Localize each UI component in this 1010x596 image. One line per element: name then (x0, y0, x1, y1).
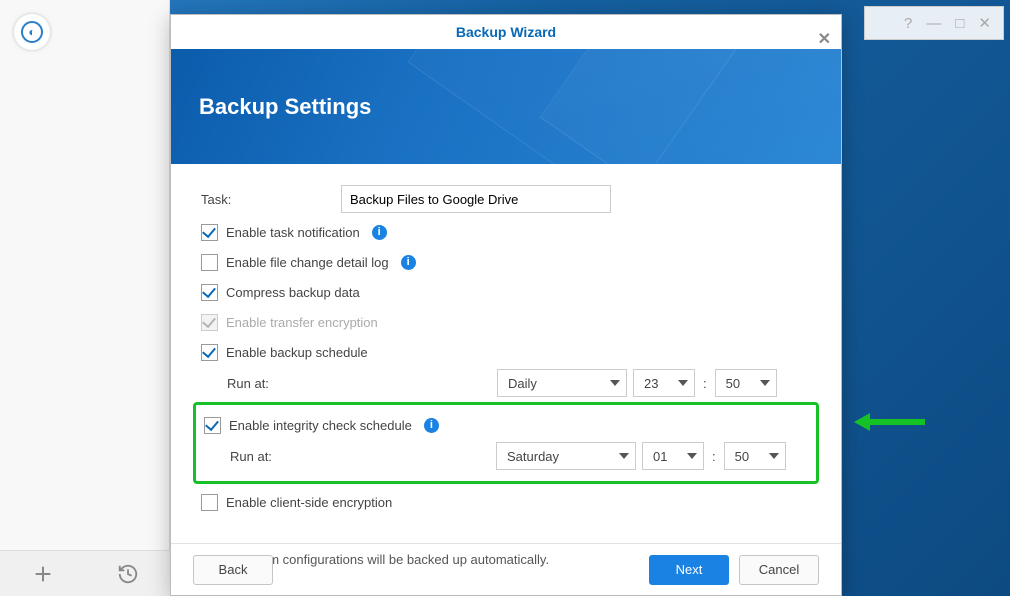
checkbox-task-notification[interactable] (201, 224, 218, 241)
label-detail-log: Enable file change detail log (226, 255, 389, 270)
schedule-hour-select[interactable]: 23 (633, 369, 695, 397)
wizard-dialog: Backup Wizard ✕ Backup Settings Task: En… (170, 14, 842, 596)
chevron-down-icon (760, 380, 770, 386)
checkbox-transfer-encryption (201, 314, 218, 331)
task-name-input[interactable] (341, 185, 611, 213)
back-button[interactable]: Back (193, 555, 273, 585)
schedule-frequency-select[interactable]: Daily (497, 369, 627, 397)
annotation-arrow (854, 413, 925, 431)
label-compress: Compress backup data (226, 285, 360, 300)
dialog-banner: Backup Settings (171, 49, 841, 164)
checkbox-detail-log[interactable] (201, 254, 218, 271)
info-icon[interactable]: i (401, 255, 416, 270)
history-button[interactable] (85, 551, 170, 596)
help-icon[interactable]: ? (904, 15, 912, 32)
dialog-title-bar: Backup Wizard ✕ (171, 15, 841, 49)
app-logo[interactable]: ◐ (14, 14, 50, 50)
close-icon[interactable]: ✕ (978, 14, 991, 32)
label-transfer-encryption: Enable transfer encryption (226, 315, 378, 330)
integrity-section-highlight: Enable integrity check schedule i Run at… (193, 402, 819, 484)
checkbox-compress[interactable] (201, 284, 218, 301)
checkbox-integrity-schedule[interactable] (204, 417, 221, 434)
dialog-body: Task: Enable task notification i Enable … (171, 164, 841, 567)
label-task-notification: Enable task notification (226, 225, 360, 240)
checkbox-backup-schedule[interactable] (201, 344, 218, 361)
integrity-day-select[interactable]: Saturday (496, 442, 636, 470)
minimize-icon[interactable]: — (926, 15, 941, 32)
info-icon[interactable]: i (372, 225, 387, 240)
dialog-title: Backup Wizard (456, 24, 556, 40)
banner-heading: Backup Settings (199, 94, 371, 120)
add-button[interactable] (0, 551, 85, 596)
schedule-minute-select[interactable]: 50 (715, 369, 777, 397)
chevron-down-icon (769, 453, 779, 459)
next-button[interactable]: Next (649, 555, 729, 585)
label-backup-schedule: Enable backup schedule (226, 345, 368, 360)
integrity-hour-select[interactable]: 01 (642, 442, 704, 470)
dialog-footer: Back Next Cancel (171, 543, 841, 595)
checkbox-client-encryption[interactable] (201, 494, 218, 511)
maximize-icon[interactable]: □ (955, 15, 964, 32)
background-window-controls: ? — □ ✕ (864, 6, 1004, 40)
cancel-button[interactable]: Cancel (739, 555, 819, 585)
chevron-down-icon (678, 380, 688, 386)
integrity-minute-select[interactable]: 50 (724, 442, 786, 470)
app-sidebar: ◐ (0, 0, 170, 596)
chevron-down-icon (687, 453, 697, 459)
chevron-down-icon (619, 453, 629, 459)
schedule-runat-label: Run at: (227, 376, 497, 391)
label-client-encryption: Enable client-side encryption (226, 495, 392, 510)
integrity-runat-label: Run at: (230, 449, 496, 464)
info-icon[interactable]: i (424, 418, 439, 433)
task-label: Task: (201, 192, 341, 207)
label-integrity-schedule: Enable integrity check schedule (229, 418, 412, 433)
sidebar-footer (0, 550, 170, 596)
chevron-down-icon (610, 380, 620, 386)
